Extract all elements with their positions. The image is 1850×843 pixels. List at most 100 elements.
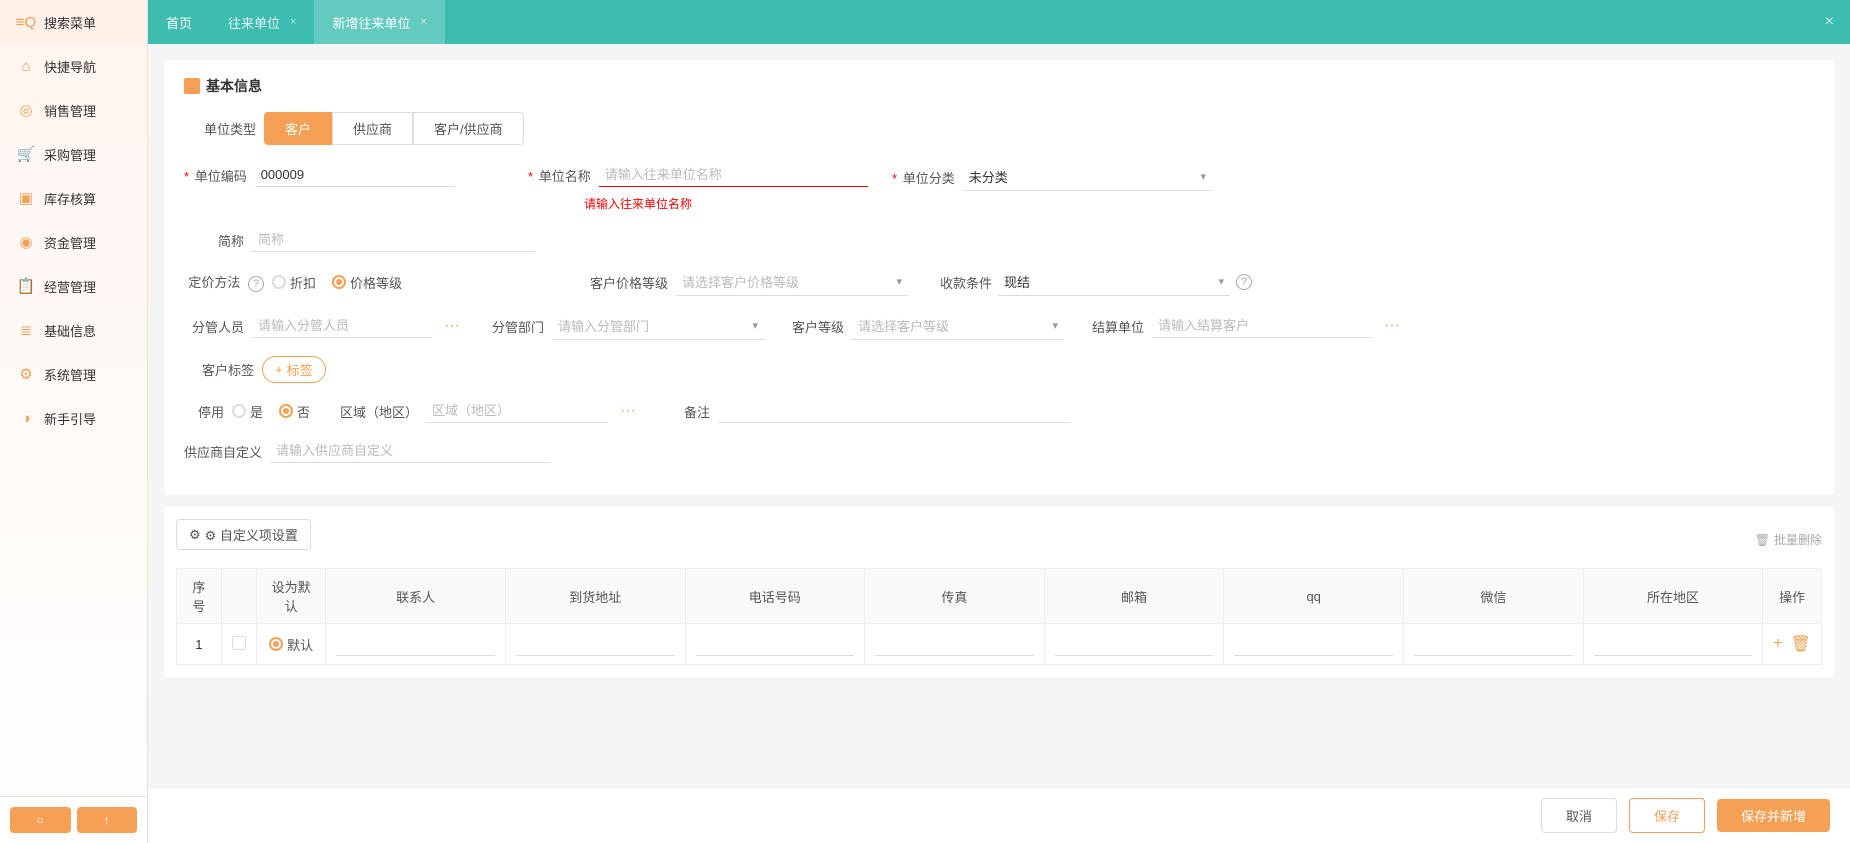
disabled-no[interactable]: 否 — [279, 402, 310, 421]
customer-price-select[interactable]: 请选择客户价格等级 ▾ — [676, 268, 908, 296]
tab-counterparty-close[interactable]: × — [290, 16, 296, 28]
region-input[interactable] — [426, 399, 608, 423]
col-region: 所在地区 — [1583, 569, 1763, 624]
operations-icon: 📋 — [16, 276, 36, 296]
sidebar-item-operations[interactable]: 📋 经营管理 — [0, 264, 147, 308]
customer-level-placeholder: 请选择客户等级 — [858, 316, 949, 335]
supplier-custom-input[interactable] — [270, 439, 550, 463]
pricing-radio-price-level[interactable]: 价格等级 — [332, 273, 402, 292]
sidebar-item-label: 快捷导航 — [44, 57, 96, 76]
customer-price-placeholder: 请选择客户价格等级 — [682, 272, 799, 291]
customer-level-chevron-icon: ▾ — [1052, 319, 1058, 332]
save-new-button[interactable]: 保存并新增 — [1717, 799, 1830, 832]
cell-contact — [326, 624, 506, 665]
manager-input[interactable] — [252, 314, 432, 338]
unit-name-input[interactable] — [599, 163, 868, 187]
gear-icon: ⚙ — [189, 527, 201, 543]
unit-type-supplier[interactable]: 供应商 — [332, 112, 413, 145]
short-name-input[interactable] — [252, 228, 534, 252]
delete-row-button[interactable]: 🗑 — [1791, 634, 1811, 654]
sidebar-item-sales[interactable]: ◎ 销售管理 — [0, 88, 147, 132]
region-table-input[interactable] — [1594, 632, 1753, 656]
pricing-row: 定价方法 ? 折扣 价格等级 — [184, 268, 1814, 296]
dept-label: 分管部门 — [484, 317, 544, 336]
tab-counterparty[interactable]: 往来单位 × — [210, 0, 314, 44]
unit-name-field: * 单位名称 请输入往来单位名称 — [528, 163, 868, 212]
pricing-help-icon[interactable]: ? — [248, 276, 264, 292]
disabled-yes[interactable]: 是 — [232, 402, 263, 421]
sidebar-item-newbie[interactable]: ◑ 新手引导 — [0, 396, 147, 440]
tab-new-counterparty-close[interactable]: × — [420, 16, 426, 28]
sales-icon: ◎ — [16, 100, 36, 120]
custom-settings-button[interactable]: ⚙ ⚙ 自定义项设置 — [176, 519, 311, 550]
email-input[interactable] — [1055, 632, 1214, 656]
dept-placeholder: 请输入分管部门 — [558, 316, 649, 335]
tab-new-counterparty[interactable]: 新增往来单位 × — [314, 0, 444, 44]
sidebar-bottom-btn2[interactable]: ↑ — [77, 807, 138, 833]
col-address: 到货地址 — [505, 569, 685, 624]
unit-type-customer[interactable]: 客户 — [264, 112, 332, 145]
payment-terms-select[interactable]: 现结 ▾ — [998, 268, 1230, 296]
dept-select[interactable]: 请输入分管部门 ▾ — [552, 312, 764, 340]
short-name-field: 简称 — [184, 228, 534, 252]
customer-level-select[interactable]: 请选择客户等级 ▾ — [852, 312, 1064, 340]
sidebar-item-label: 搜索菜单 — [44, 13, 96, 32]
sidebar-item-purchase[interactable]: 🛒 采购管理 — [0, 132, 147, 176]
add-tag-button[interactable]: + 标签 — [262, 356, 326, 383]
phone-input[interactable] — [696, 632, 855, 656]
sidebar-item-system[interactable]: ⚙ 系统管理 — [0, 352, 147, 396]
table-header-row: 序号 设为默认 联系人 到货地址 电话号码 传真 邮箱 qq 微信 所在地区 操… — [177, 569, 1822, 624]
unit-category-select[interactable]: 未分类 ▾ — [963, 163, 1212, 191]
pricing-radio-group: 折扣 价格等级 — [272, 273, 402, 292]
finance-icon: ◉ — [16, 232, 36, 252]
customer-price-label: 客户价格等级 — [588, 273, 668, 292]
settlement-input[interactable] — [1152, 314, 1372, 338]
sidebar-item-quicknav[interactable]: ⌂ 快捷导航 — [0, 44, 147, 88]
sidebar-item-basic[interactable]: ≣ 基础信息 — [0, 308, 147, 352]
unit-code-required-star: * — [184, 169, 189, 184]
radio-discount-indicator — [272, 275, 286, 289]
manager-more-btn[interactable]: ··· — [440, 317, 464, 335]
address-input[interactable] — [516, 632, 675, 656]
save-button[interactable]: 保存 — [1629, 798, 1705, 833]
close-all-tabs-button[interactable]: × — [1809, 13, 1850, 31]
qq-input[interactable] — [1234, 632, 1393, 656]
fax-input[interactable] — [875, 632, 1034, 656]
settlement-more-btn[interactable]: ··· — [1380, 317, 1404, 335]
tab-counterparty-label: 往来单位 — [228, 13, 280, 32]
cell-wechat — [1404, 624, 1584, 665]
batch-delete-button[interactable]: 🗑 批量删除 — [1755, 531, 1822, 548]
cancel-button[interactable]: 取消 — [1541, 798, 1617, 833]
tab-bar: 首页 往来单位 × 新增往来单位 × × — [148, 0, 1850, 44]
sidebar-item-inventory[interactable]: ▣ 库存核算 — [0, 176, 147, 220]
default-radio[interactable]: 默认 — [267, 635, 315, 654]
sidebar-item-search[interactable]: ≡Q 搜索菜单 — [0, 0, 147, 44]
wechat-input[interactable] — [1414, 632, 1573, 656]
payment-help-icon[interactable]: ? — [1236, 274, 1252, 290]
customer-level-field: 客户等级 请选择客户等级 ▾ — [784, 312, 1064, 340]
unit-code-input[interactable] — [255, 163, 455, 187]
quicknav-icon: ⌂ — [16, 56, 36, 76]
customer-price-field: 客户价格等级 请选择客户价格等级 ▾ — [588, 268, 908, 296]
unit-code-label: * 单位编码 — [184, 166, 247, 185]
sidebar-bottom-btn1[interactable]: ○ — [10, 807, 71, 833]
region-more-btn[interactable]: ··· — [616, 402, 640, 420]
unit-category-chevron-icon: ▾ — [1200, 170, 1206, 183]
row-checkbox[interactable] — [232, 636, 246, 650]
sidebar-item-label: 销售管理 — [44, 101, 96, 120]
radio-no-indicator — [279, 404, 293, 418]
notes-input[interactable] — [718, 399, 1070, 423]
add-row-button[interactable]: + — [1773, 635, 1782, 653]
add-tag-label: 标签 — [287, 360, 313, 379]
disabled-radio-group: 是 否 — [232, 402, 310, 421]
region-label: 区域（地区） — [340, 402, 418, 421]
tab-home[interactable]: 首页 — [148, 0, 210, 44]
unit-type-both[interactable]: 客户/供应商 — [413, 112, 524, 145]
sidebar-item-finance[interactable]: ◉ 资金管理 — [0, 220, 147, 264]
col-default: 设为默认 — [256, 569, 325, 624]
pricing-radio-discount[interactable]: 折扣 — [272, 273, 316, 292]
col-fax: 传真 — [865, 569, 1045, 624]
sidebar-item-label: 采购管理 — [44, 145, 96, 164]
section-title: 基本信息 — [184, 76, 1814, 96]
contact-input[interactable] — [336, 632, 495, 656]
